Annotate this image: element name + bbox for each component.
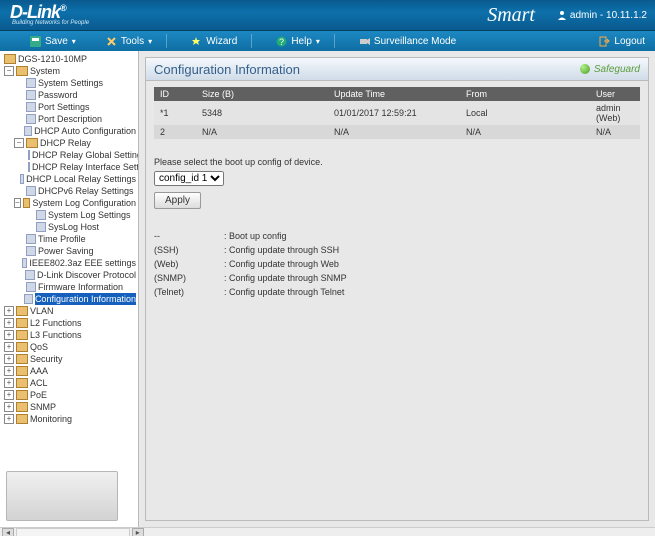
menu-bar: Save▾ Tools▾ Wizard ? Help▾ Surveillance… <box>0 31 655 51</box>
user-icon <box>557 10 567 20</box>
tree-acl[interactable]: +ACL <box>0 377 138 389</box>
tree-vlan[interactable]: +VLAN <box>0 305 138 317</box>
tree-l2[interactable]: +L2 Functions <box>0 317 138 329</box>
chevron-down-icon: ▾ <box>72 37 76 46</box>
tree-power-saving[interactable]: Power Saving <box>0 245 138 257</box>
sidebar: DGS-1210-10MP −System System Settings Pa… <box>0 51 139 527</box>
col-user: User <box>590 87 640 101</box>
config-table: ID Size (B) Update Time From User *15348… <box>154 87 640 139</box>
help-icon: ? <box>276 36 287 47</box>
tree-firmware[interactable]: Firmware Information <box>0 281 138 293</box>
body-split: DGS-1210-10MP −System System Settings Pa… <box>0 51 655 527</box>
tree-password[interactable]: Password <box>0 89 138 101</box>
table-header: ID Size (B) Update Time From User <box>154 87 640 101</box>
scroll-right[interactable]: ▸ <box>132 528 144 536</box>
tree-security[interactable]: +Security <box>0 353 138 365</box>
footer-scroll: ◂ ▸ <box>0 527 655 536</box>
tree-dhcp-local[interactable]: DHCP Local Relay Settings <box>0 173 138 185</box>
chevron-down-icon: ▾ <box>316 37 320 46</box>
tree-monitoring[interactable]: +Monitoring <box>0 413 138 425</box>
tree-dhcp-relay-global[interactable]: DHCP Relay Global Setting <box>0 149 138 161</box>
tree-port-desc[interactable]: Port Description <box>0 113 138 125</box>
tree-config-info[interactable]: Configuration Information <box>0 293 138 305</box>
tree-time-profile[interactable]: Time Profile <box>0 233 138 245</box>
tree-eee[interactable]: IEEE802.3az EEE settings <box>0 257 138 269</box>
legend: --: Boot up config (SSH): Config update … <box>154 231 640 297</box>
svg-text:?: ? <box>279 37 284 47</box>
tree-l3[interactable]: +L3 Functions <box>0 329 138 341</box>
col-from: From <box>460 87 590 101</box>
col-update: Update Time <box>328 87 460 101</box>
table-row: 2N/AN/AN/AN/A <box>154 125 640 139</box>
user-info: admin - 10.11.1.2 <box>557 10 647 21</box>
menu-save[interactable]: Save▾ <box>0 31 86 51</box>
boot-config-select[interactable]: config_id 1 <box>154 171 224 186</box>
top-banner: D-Link® Building Networks for People Sma… <box>0 0 655 31</box>
wizard-icon <box>191 36 202 47</box>
col-size: Size (B) <box>196 87 328 101</box>
panel-content: ID Size (B) Update Time From User *15348… <box>146 81 648 307</box>
tree-syslog-host[interactable]: SysLog Host <box>0 221 138 233</box>
panel-title: Configuration Information <box>154 62 300 77</box>
tree-dhcpv6[interactable]: DHCPv6 Relay Settings <box>0 185 138 197</box>
menu-wizard[interactable]: Wizard <box>171 31 247 51</box>
apply-button[interactable]: Apply <box>154 192 201 209</box>
config-panel: Configuration Information Safeguard ID S… <box>145 57 649 521</box>
chevron-down-icon: ▾ <box>148 37 152 46</box>
safeguard-icon <box>580 64 590 74</box>
brand-tagline: Building Networks for People <box>12 20 89 26</box>
table-row: *1534801/01/2017 12:59:21Localadmin (Web… <box>154 101 640 125</box>
nav-tree: DGS-1210-10MP −System System Settings Pa… <box>0 51 138 429</box>
tree-syslog-set[interactable]: System Log Settings <box>0 209 138 221</box>
tree-syslog-cfg[interactable]: −System Log Configuration <box>0 197 138 209</box>
device-image <box>0 465 138 527</box>
menu-logout[interactable]: Logout <box>579 36 655 47</box>
save-icon <box>30 36 41 47</box>
tree-snmp[interactable]: +SNMP <box>0 401 138 413</box>
tools-icon <box>106 36 117 47</box>
scroll-left[interactable]: ◂ <box>2 528 14 536</box>
select-prompt: Please select the boot up config of devi… <box>154 157 640 167</box>
tree-system[interactable]: −System <box>0 65 138 77</box>
scroll-track[interactable] <box>16 528 130 536</box>
tree-dhcp-auto[interactable]: DHCP Auto Configuration <box>0 125 138 137</box>
tree-system-settings[interactable]: System Settings <box>0 77 138 89</box>
smart-logo: Smart <box>487 4 535 27</box>
camera-icon <box>359 36 370 47</box>
tree-discover[interactable]: D-Link Discover Protocol <box>0 269 138 281</box>
tree-dhcp-relay[interactable]: −DHCP Relay <box>0 137 138 149</box>
logout-icon <box>599 36 610 47</box>
tree-aaa[interactable]: +AAA <box>0 365 138 377</box>
tree-device[interactable]: DGS-1210-10MP <box>0 53 138 65</box>
tree-port-settings[interactable]: Port Settings <box>0 101 138 113</box>
main-area: Configuration Information Safeguard ID S… <box>139 51 655 527</box>
safeguard-indicator: Safeguard <box>580 64 640 75</box>
menu-help[interactable]: ? Help▾ <box>256 31 330 51</box>
tree-dhcp-relay-if[interactable]: DHCP Relay Interface Sett <box>0 161 138 173</box>
col-id: ID <box>154 87 196 101</box>
panel-header: Configuration Information Safeguard <box>146 58 648 81</box>
menu-tools[interactable]: Tools▾ <box>86 31 162 51</box>
menu-surveillance[interactable]: Surveillance Mode <box>339 31 466 51</box>
tree-qos[interactable]: +QoS <box>0 341 138 353</box>
tree-poe[interactable]: +PoE <box>0 389 138 401</box>
